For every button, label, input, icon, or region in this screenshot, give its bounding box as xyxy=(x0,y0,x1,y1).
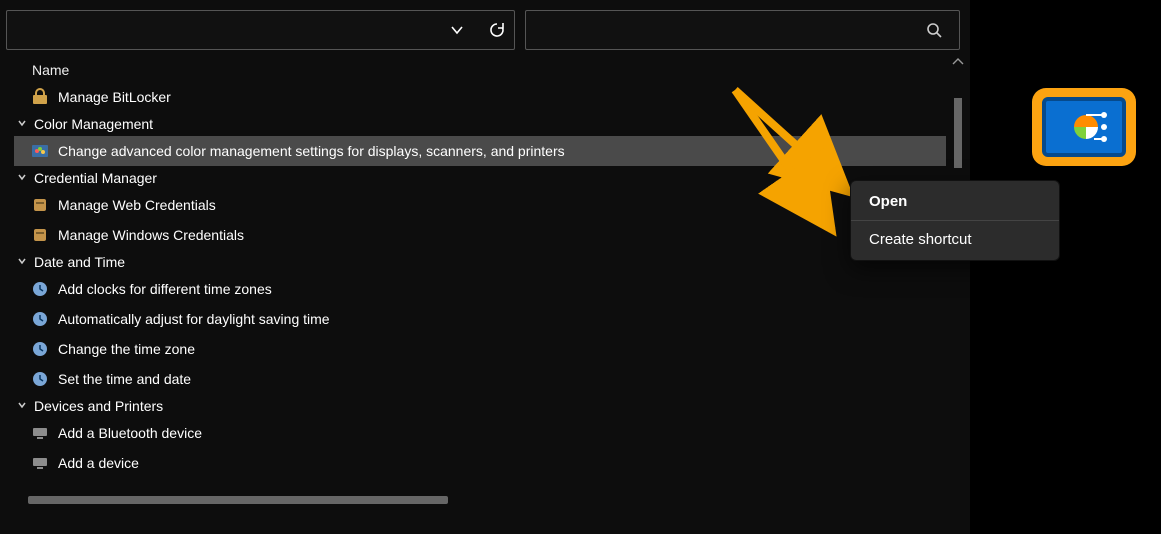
group-title: Date and Time xyxy=(34,254,125,270)
list-item[interactable]: Automatically adjust for daylight saving… xyxy=(14,304,946,334)
group-header[interactable]: Credential Manager xyxy=(14,166,946,190)
list-item-label: Change the time zone xyxy=(58,341,195,357)
list-item[interactable]: Set the time and date xyxy=(14,364,946,394)
search-icon xyxy=(923,19,945,41)
explorer-window: Name Manage BitLocker Color Management Cha… xyxy=(0,0,970,534)
clock-icon xyxy=(30,279,50,299)
context-menu-item[interactable]: Create shortcut xyxy=(851,221,1059,258)
list-item[interactable]: Manage Web Credentials xyxy=(14,190,946,220)
list-item[interactable]: Manage BitLocker xyxy=(14,82,946,112)
list-item-label: Change advanced color management setting… xyxy=(58,143,565,159)
credential-icon xyxy=(30,225,50,245)
credential-icon xyxy=(30,195,50,215)
group-header[interactable]: Devices and Printers xyxy=(14,394,946,418)
clock-icon xyxy=(30,309,50,329)
list-item[interactable]: Change the time zone xyxy=(14,334,946,364)
list-item-label: Set the time and date xyxy=(58,371,191,387)
control-panel-icon xyxy=(1042,97,1126,157)
color-mgmt-icon xyxy=(30,141,50,161)
column-header-name: Name xyxy=(32,62,69,78)
chevron-down-icon[interactable] xyxy=(446,19,468,41)
group-header[interactable]: Color Management xyxy=(14,112,946,136)
list-item[interactable]: Add a Bluetooth device xyxy=(14,418,946,448)
horizontal-scrollbar[interactable] xyxy=(28,496,448,504)
list-item-label: Add a device xyxy=(58,455,139,471)
list-item-label: Manage Web Credentials xyxy=(58,197,216,213)
list-item-label: Add a Bluetooth device xyxy=(58,425,202,441)
group-header[interactable]: Date and Time xyxy=(14,250,946,274)
bitlocker-icon xyxy=(30,87,50,107)
list-item-label: Automatically adjust for daylight saving… xyxy=(58,311,330,327)
chevron-down-icon xyxy=(14,398,30,414)
device-icon xyxy=(30,453,50,473)
list-item-label: Add clocks for different time zones xyxy=(58,281,272,297)
list-item-label: Manage Windows Credentials xyxy=(58,227,244,243)
list-item[interactable]: Add a device xyxy=(14,448,946,478)
vertical-scrollbar[interactable] xyxy=(946,56,970,516)
list-item-label: Manage BitLocker xyxy=(58,89,171,105)
context-menu-item[interactable]: Open xyxy=(851,183,1059,221)
chevron-down-icon xyxy=(14,170,30,186)
callout-badge xyxy=(1032,88,1136,166)
content-pane: Name Manage BitLocker Color Management Cha… xyxy=(0,56,970,512)
clock-icon xyxy=(30,339,50,359)
clock-icon xyxy=(30,369,50,389)
chevron-down-icon xyxy=(14,254,30,270)
device-icon xyxy=(30,423,50,443)
chevron-down-icon xyxy=(14,116,30,132)
list-item[interactable]: Change advanced color management setting… xyxy=(14,136,946,166)
toolbar xyxy=(0,0,970,56)
context-menu: OpenCreate shortcut xyxy=(850,180,1060,261)
column-header-row[interactable]: Name xyxy=(14,56,946,82)
list-item[interactable]: Manage Windows Credentials xyxy=(14,220,946,250)
address-bar[interactable] xyxy=(6,10,515,50)
group-title: Devices and Printers xyxy=(34,398,163,414)
group-title: Credential Manager xyxy=(34,170,157,186)
list-item[interactable]: Add clocks for different time zones xyxy=(14,274,946,304)
group-title: Color Management xyxy=(34,116,153,132)
refresh-icon[interactable] xyxy=(486,19,508,41)
search-box[interactable] xyxy=(525,10,960,50)
